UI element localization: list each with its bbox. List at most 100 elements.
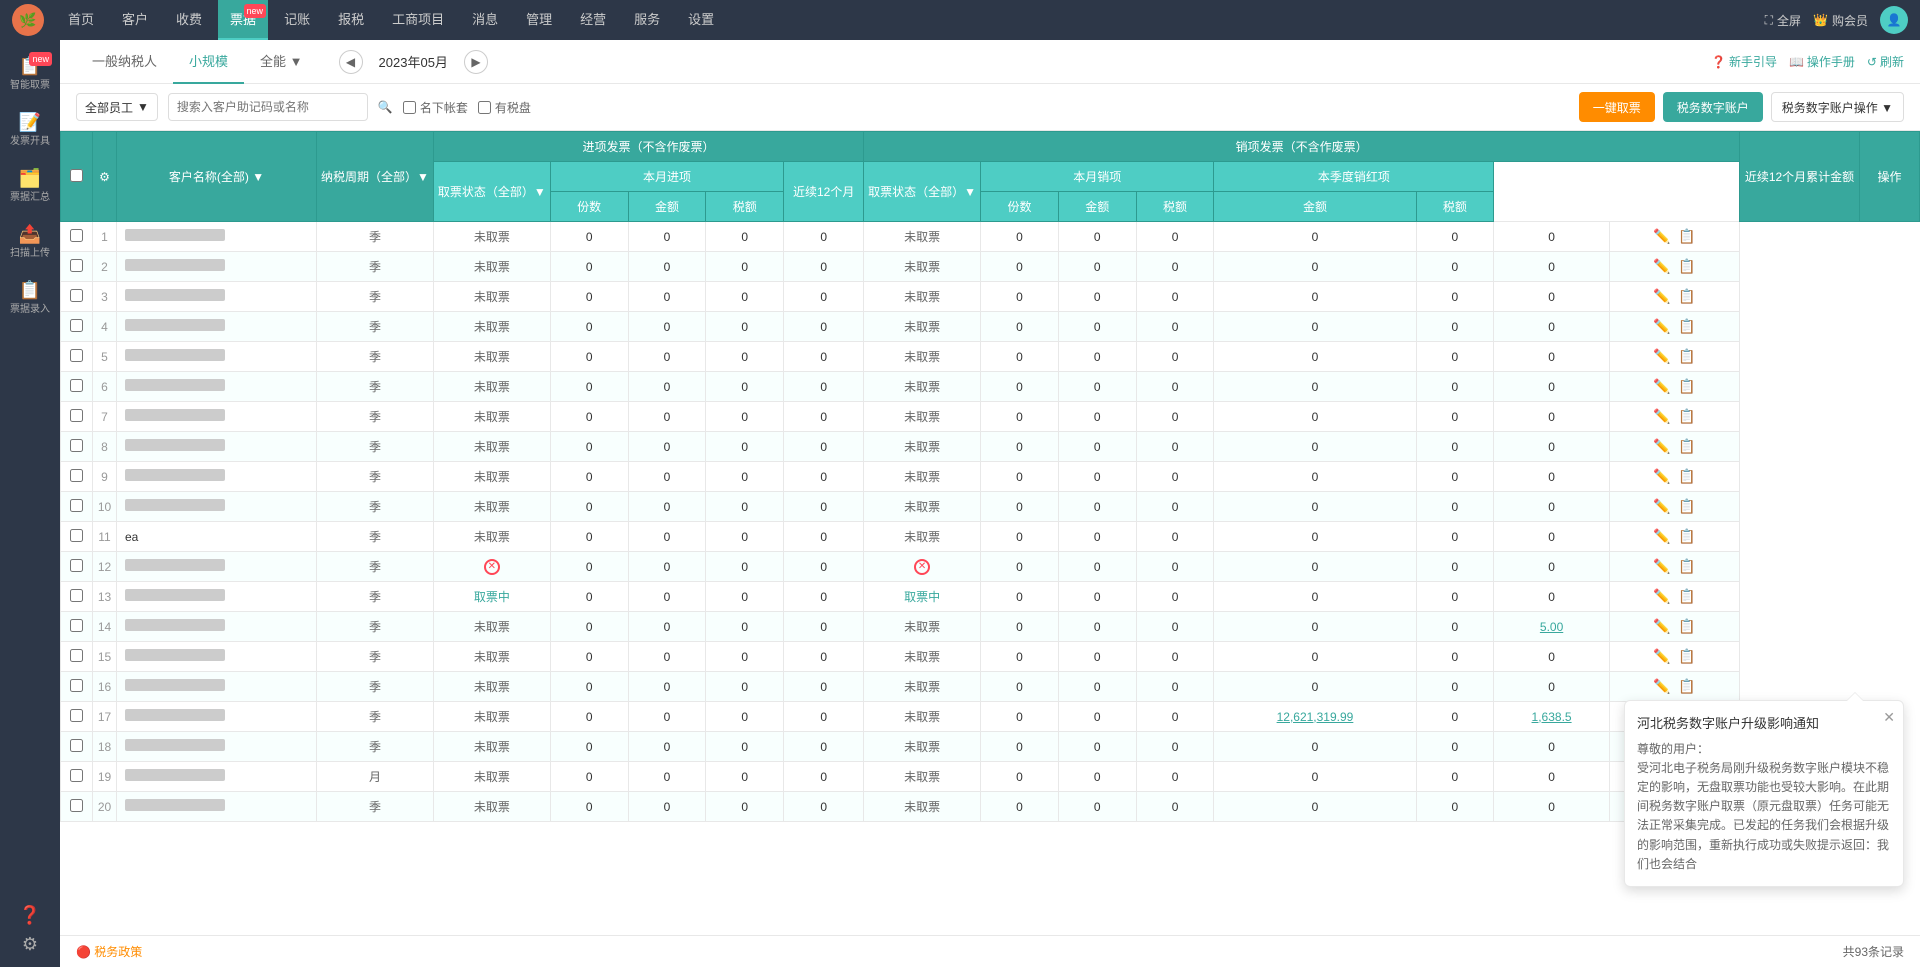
row-checkbox[interactable] — [70, 469, 83, 482]
row-checkbox[interactable] — [70, 619, 83, 632]
copy-icon[interactable]: 📋 — [1678, 408, 1695, 424]
edit-icon[interactable]: ✏️ — [1653, 558, 1670, 574]
row-checkbox[interactable] — [70, 499, 83, 512]
refresh-button[interactable]: ↺ 刷新 — [1867, 53, 1904, 70]
tax-digital-account-button[interactable]: 税务数字账户 — [1663, 92, 1763, 122]
sidebar-item-open-invoice[interactable]: 📝 发票开具 — [2, 104, 58, 156]
tax-disk-checkbox[interactable] — [478, 101, 491, 114]
nav-invoices[interactable]: 票据 new — [218, 0, 268, 40]
row-checkbox[interactable] — [70, 259, 83, 272]
row-checkbox[interactable] — [70, 529, 83, 542]
operation-manual-button[interactable]: 📖 操作手册 — [1789, 53, 1855, 70]
edit-icon[interactable]: ✏️ — [1653, 438, 1670, 454]
tab-small-scale[interactable]: 小规模 — [173, 40, 244, 84]
nav-operations[interactable]: 经营 — [568, 0, 618, 40]
cumulative-value[interactable]: 1,638.5 — [1532, 710, 1572, 724]
edit-icon[interactable]: ✏️ — [1653, 468, 1670, 484]
row-checkbox[interactable] — [70, 739, 83, 752]
edit-icon[interactable]: ✏️ — [1653, 228, 1670, 244]
edit-icon[interactable]: ✏️ — [1653, 408, 1670, 424]
nav-home[interactable]: 首页 — [56, 0, 106, 40]
copy-icon[interactable]: 📋 — [1678, 498, 1695, 514]
red-amount-value[interactable]: 12,621,319.99 — [1277, 710, 1354, 724]
employee-filter[interactable]: 全部员工 ▼ — [76, 93, 158, 121]
copy-icon[interactable]: 📋 — [1678, 558, 1695, 574]
fullscreen-button[interactable]: ⛶ 全屏 — [1765, 12, 1801, 29]
under-account-checkbox-label[interactable]: 名下帐套 — [403, 99, 468, 116]
row-checkbox[interactable] — [70, 409, 83, 422]
sidebar-item-summary[interactable]: 🗂️ 票据汇总 — [2, 160, 58, 212]
row-checkbox[interactable] — [70, 289, 83, 302]
edit-icon[interactable]: ✏️ — [1653, 348, 1670, 364]
user-avatar[interactable]: 👤 — [1880, 6, 1908, 34]
nav-settings[interactable]: 设置 — [676, 0, 726, 40]
tax-policy-link[interactable]: 🔴 税务政策 — [76, 943, 142, 960]
edit-icon[interactable]: ✏️ — [1653, 378, 1670, 394]
copy-icon[interactable]: 📋 — [1678, 678, 1695, 694]
copy-icon[interactable]: 📋 — [1678, 438, 1695, 454]
nav-management[interactable]: 管理 — [514, 0, 564, 40]
copy-icon[interactable]: 📋 — [1678, 618, 1695, 634]
search-icon[interactable]: 🔍 — [378, 100, 393, 114]
edit-icon[interactable]: ✏️ — [1653, 288, 1670, 304]
edit-icon[interactable]: ✏️ — [1653, 498, 1670, 514]
tab-general-taxpayer[interactable]: 一般纳税人 — [76, 40, 173, 84]
td-red-tax: 0 — [1416, 462, 1494, 492]
row-checkbox[interactable] — [70, 439, 83, 452]
row-checkbox[interactable] — [70, 709, 83, 722]
under-account-checkbox[interactable] — [403, 101, 416, 114]
row-checkbox[interactable] — [70, 769, 83, 782]
edit-icon[interactable]: ✏️ — [1653, 618, 1670, 634]
sidebar-item-smart-ticket[interactable]: 📋 智能取票 new — [2, 48, 58, 100]
copy-icon[interactable]: 📋 — [1678, 528, 1695, 544]
new-user-guide-button[interactable]: ❓ 新手引导 — [1711, 53, 1777, 70]
copy-icon[interactable]: 📋 — [1678, 348, 1695, 364]
copy-icon[interactable]: 📋 — [1678, 468, 1695, 484]
row-checkbox[interactable] — [70, 379, 83, 392]
copy-icon[interactable]: 📋 — [1678, 648, 1695, 664]
row-checkbox[interactable] — [70, 319, 83, 332]
sidebar-help-button[interactable]: ❓ — [19, 905, 41, 926]
edit-icon[interactable]: ✏️ — [1653, 678, 1670, 694]
prev-month-button[interactable]: ◀ — [339, 50, 363, 74]
nav-accounting[interactable]: 记账 — [272, 0, 322, 40]
sidebar-item-scan[interactable]: 📤 扫描上传 — [2, 216, 58, 268]
nav-billing[interactable]: 收费 — [164, 0, 214, 40]
sidebar-item-entry[interactable]: 📋 票据录入 — [2, 272, 58, 324]
copy-icon[interactable]: 📋 — [1678, 288, 1695, 304]
one-click-ticket-button[interactable]: 一键取票 — [1579, 92, 1655, 122]
row-checkbox[interactable] — [70, 559, 83, 572]
nav-services[interactable]: 服务 — [622, 0, 672, 40]
edit-icon[interactable]: ✏️ — [1653, 588, 1670, 604]
copy-icon[interactable]: 📋 — [1678, 228, 1695, 244]
nav-tax[interactable]: 报税 — [326, 0, 376, 40]
nav-business[interactable]: 工商项目 — [380, 0, 456, 40]
nav-clients[interactable]: 客户 — [110, 0, 160, 40]
row-checkbox[interactable] — [70, 589, 83, 602]
select-all-checkbox[interactable] — [70, 169, 83, 182]
copy-icon[interactable]: 📋 — [1678, 318, 1695, 334]
member-button[interactable]: 👑 购会员 — [1813, 12, 1868, 29]
client-search-input[interactable] — [168, 93, 368, 121]
copy-icon[interactable]: 📋 — [1678, 378, 1695, 394]
next-month-button[interactable]: ▶ — [464, 50, 488, 74]
popup-close-button[interactable]: ✕ — [1883, 709, 1895, 726]
row-checkbox[interactable] — [70, 349, 83, 362]
tab-all-capable[interactable]: 全能 ▼ — [244, 40, 319, 84]
row-checkbox[interactable] — [70, 649, 83, 662]
edit-icon[interactable]: ✏️ — [1653, 648, 1670, 664]
tax-digital-account-ops-button[interactable]: 税务数字账户操作 ▼ — [1771, 92, 1904, 122]
edit-icon[interactable]: ✏️ — [1653, 318, 1670, 334]
td-in-tax: 0 — [706, 432, 784, 462]
row-checkbox[interactable] — [70, 679, 83, 692]
edit-icon[interactable]: ✏️ — [1653, 258, 1670, 274]
edit-icon[interactable]: ✏️ — [1653, 528, 1670, 544]
row-checkbox[interactable] — [70, 229, 83, 242]
cumulative-value[interactable]: 5.00 — [1540, 620, 1563, 634]
sidebar-settings-button[interactable]: ⚙ — [22, 934, 38, 955]
copy-icon[interactable]: 📋 — [1678, 588, 1695, 604]
nav-messages[interactable]: 消息 — [460, 0, 510, 40]
row-checkbox[interactable] — [70, 799, 83, 812]
copy-icon[interactable]: 📋 — [1678, 258, 1695, 274]
tax-disk-checkbox-label[interactable]: 有税盘 — [478, 99, 531, 116]
